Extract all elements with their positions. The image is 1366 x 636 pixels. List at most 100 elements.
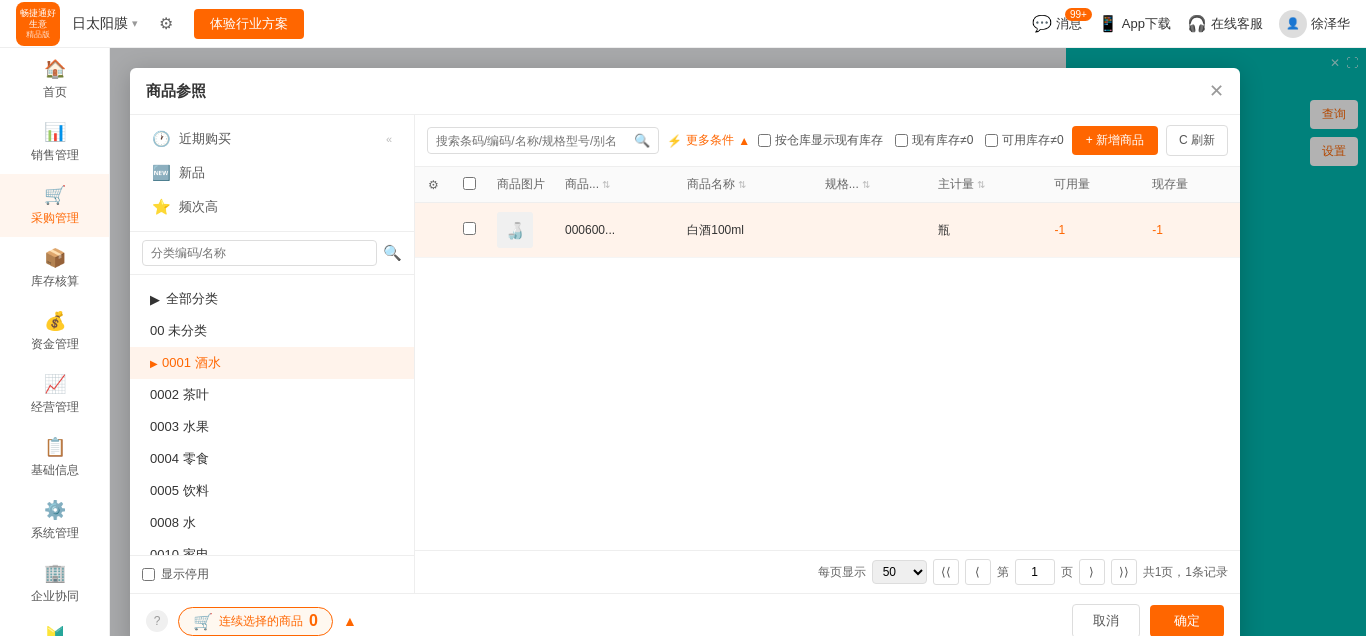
modal-title: 商品参照 — [146, 82, 206, 101]
operations-icon: 📈 — [44, 373, 66, 395]
page-number-input[interactable] — [1015, 559, 1055, 585]
row-check — [451, 203, 487, 258]
sidebar-item-finance[interactable]: 💰 资金管理 — [0, 300, 109, 363]
cancel-button[interactable]: 取消 — [1072, 604, 1140, 636]
show-disabled-label: 显示停用 — [161, 566, 209, 583]
check-nonzero-stock[interactable]: 现有库存≠0 — [895, 132, 973, 149]
basic-icon: 📋 — [44, 436, 66, 458]
modal-close-button[interactable]: ✕ — [1209, 80, 1224, 102]
show-disabled-area: 显示停用 — [130, 555, 414, 593]
th-name[interactable]: 商品名称 — [677, 167, 815, 203]
th-code[interactable]: 商品... — [555, 167, 677, 203]
sidebar-item-inventory[interactable]: 📦 库存核算 — [0, 237, 109, 300]
row-image: 🍶 — [487, 203, 555, 258]
product-reference-modal: 商品参照 ✕ 🕐 近期购买 « 🆕 新品 — [130, 68, 1240, 636]
check-nonzero-available[interactable]: 可用库存≠0 — [985, 132, 1063, 149]
new-icon: 🆕 — [152, 164, 171, 182]
per-page-select[interactable]: 50 100 — [872, 560, 927, 584]
app-download-nav-item[interactable]: 📱 App下载 — [1098, 14, 1171, 33]
page-first-button[interactable]: ⟨⟨ — [933, 559, 959, 585]
main-content: ✕ ⛶ 查询 设置 商品参照 ✕ 🕐 — [110, 48, 1366, 636]
left-search-area: 🔍 — [130, 232, 414, 275]
refresh-button[interactable]: C 刷新 — [1166, 125, 1228, 156]
th-stock: 现存量 — [1142, 167, 1240, 203]
headset-icon: 🎧 — [1187, 14, 1207, 33]
row-checkbox[interactable] — [463, 222, 476, 235]
sidebar-item-basic[interactable]: 📋 基础信息 — [0, 426, 109, 489]
th-check — [451, 167, 487, 203]
bottle-icon: 🍶 — [505, 221, 525, 240]
category-search-button[interactable]: 🔍 — [383, 244, 402, 262]
right-panel: 🔍 ⚡ 更多条件 ▲ 按仓库显示现有库存 — [415, 115, 1240, 593]
chevron-up-icon[interactable]: ▲ — [343, 613, 357, 629]
sidebar-item-home[interactable]: 🏠 首页 — [0, 48, 109, 111]
sidebar-item-sales[interactable]: 📊 销售管理 — [0, 111, 109, 174]
sidebar: 🏠 首页 📊 销售管理 🛒 采购管理 📦 库存核算 💰 资金管理 📈 经营管理 … — [0, 48, 110, 636]
help-button[interactable]: ? — [146, 610, 168, 632]
active-arrow-icon: ▶ — [150, 358, 158, 369]
expand-icon: ▶ — [150, 292, 160, 307]
product-search-box: 🔍 — [427, 127, 659, 154]
th-available: 可用量 — [1044, 167, 1142, 203]
customer-service-nav-item[interactable]: 🎧 在线客服 — [1187, 14, 1263, 33]
page-next-button[interactable]: ⟩ — [1079, 559, 1105, 585]
row-unit: 瓶 — [928, 203, 1045, 258]
th-unit[interactable]: 主计量 — [928, 167, 1045, 203]
pagination-bar: 每页显示 50 100 ⟨⟨ ⟨ 第 页 ⟩ ⟩⟩ 共1页，1条记录 — [415, 550, 1240, 593]
confirm-button[interactable]: 确定 — [1150, 605, 1224, 636]
category-item-00[interactable]: 00 未分类 — [130, 315, 414, 347]
th-spec[interactable]: 规格... — [815, 167, 928, 203]
cart-icon: 🛒 — [193, 612, 213, 631]
product-search-input[interactable] — [436, 134, 630, 148]
category-item-0003[interactable]: 0003 水果 — [130, 411, 414, 443]
row-code: 000600... — [555, 203, 677, 258]
product-table-wrap: ⚙ 商品图片 商品... 商品名称 规格... 主计量 可用量 — [415, 167, 1240, 550]
nav-right: 💬 消息 99+ 📱 App下载 🎧 在线客服 👤 徐泽华 — [1032, 10, 1350, 38]
modal-overlay[interactable]: 商品参照 ✕ 🕐 近期购买 « 🆕 新品 — [110, 48, 1366, 636]
tab-recent-purchase[interactable]: 🕐 近期购买 « — [142, 123, 402, 155]
dropdown-arrow-icon: ▾ — [132, 17, 138, 30]
recent-icon: 🕐 — [152, 130, 171, 148]
category-item-0010[interactable]: 0010 家电 — [130, 539, 414, 555]
tab-new-products[interactable]: 🆕 新品 — [142, 157, 402, 189]
sidebar-item-system[interactable]: ⚙️ 系统管理 — [0, 489, 109, 552]
show-disabled-checkbox[interactable] — [142, 568, 155, 581]
top-nav: 畅捷通好生意 精品版 日太阳膜 ▾ ⚙ 体验行业方案 💬 消息 99+ 📱 Ap… — [0, 0, 1366, 48]
category-item-0001[interactable]: ▶ 0001 酒水 — [130, 347, 414, 379]
user-profile-nav-item[interactable]: 👤 徐泽华 — [1279, 10, 1350, 38]
more-conditions-button[interactable]: ⚡ 更多条件 ▲ — [667, 132, 750, 149]
tab-frequent[interactable]: ⭐ 频次高 — [142, 191, 402, 223]
page-last-button[interactable]: ⟩⟩ — [1111, 559, 1137, 585]
table-row[interactable]: 🍶 000600... 白酒100ml 瓶 -1 -1 — [415, 203, 1240, 258]
enterprise-icon: 🏢 — [44, 562, 66, 584]
category-search-input[interactable] — [142, 240, 377, 266]
cart-selection-area[interactable]: 🛒 连续选择的商品 0 — [178, 607, 333, 636]
message-icon: 💬 — [1032, 14, 1052, 33]
system-icon: ⚙️ — [44, 499, 66, 521]
nav-dropdown[interactable]: 日太阳膜 ▾ — [72, 15, 138, 33]
sidebar-item-guide[interactable]: 🔰 新手引导 — [0, 615, 109, 636]
category-all[interactable]: ▶ 全部分类 — [130, 283, 414, 315]
sidebar-item-purchase[interactable]: 🛒 采购管理 — [0, 174, 109, 237]
th-gear: ⚙ — [415, 167, 451, 203]
left-panel-tabs: 🕐 近期购买 « 🆕 新品 ⭐ 频次高 — [130, 115, 414, 232]
category-item-0004[interactable]: 0004 零食 — [130, 443, 414, 475]
select-all-checkbox[interactable] — [463, 177, 476, 190]
category-item-0005[interactable]: 0005 饮料 — [130, 475, 414, 507]
add-product-button[interactable]: + 新增商品 — [1072, 126, 1158, 155]
sidebar-item-enterprise[interactable]: 🏢 企业协同 — [0, 552, 109, 615]
row-stock: -1 — [1142, 203, 1240, 258]
table-header-row: ⚙ 商品图片 商品... 商品名称 规格... 主计量 可用量 — [415, 167, 1240, 203]
page-prev-button[interactable]: ⟨ — [965, 559, 991, 585]
modal-header: 商品参照 ✕ — [130, 68, 1240, 115]
check-warehouse-stock[interactable]: 按仓库显示现有库存 — [758, 132, 883, 149]
trial-button[interactable]: 体验行业方案 — [194, 9, 304, 39]
chevron-up-icon: ▲ — [738, 134, 750, 148]
category-item-0002[interactable]: 0002 茶叶 — [130, 379, 414, 411]
sidebar-item-operations[interactable]: 📈 经营管理 — [0, 363, 109, 426]
product-search-icon[interactable]: 🔍 — [634, 133, 650, 148]
category-item-0008[interactable]: 0008 水 — [130, 507, 414, 539]
messages-nav-item[interactable]: 💬 消息 99+ — [1032, 14, 1082, 33]
settings-icon[interactable]: ⚙ — [150, 8, 182, 40]
inventory-icon: 📦 — [44, 247, 66, 269]
